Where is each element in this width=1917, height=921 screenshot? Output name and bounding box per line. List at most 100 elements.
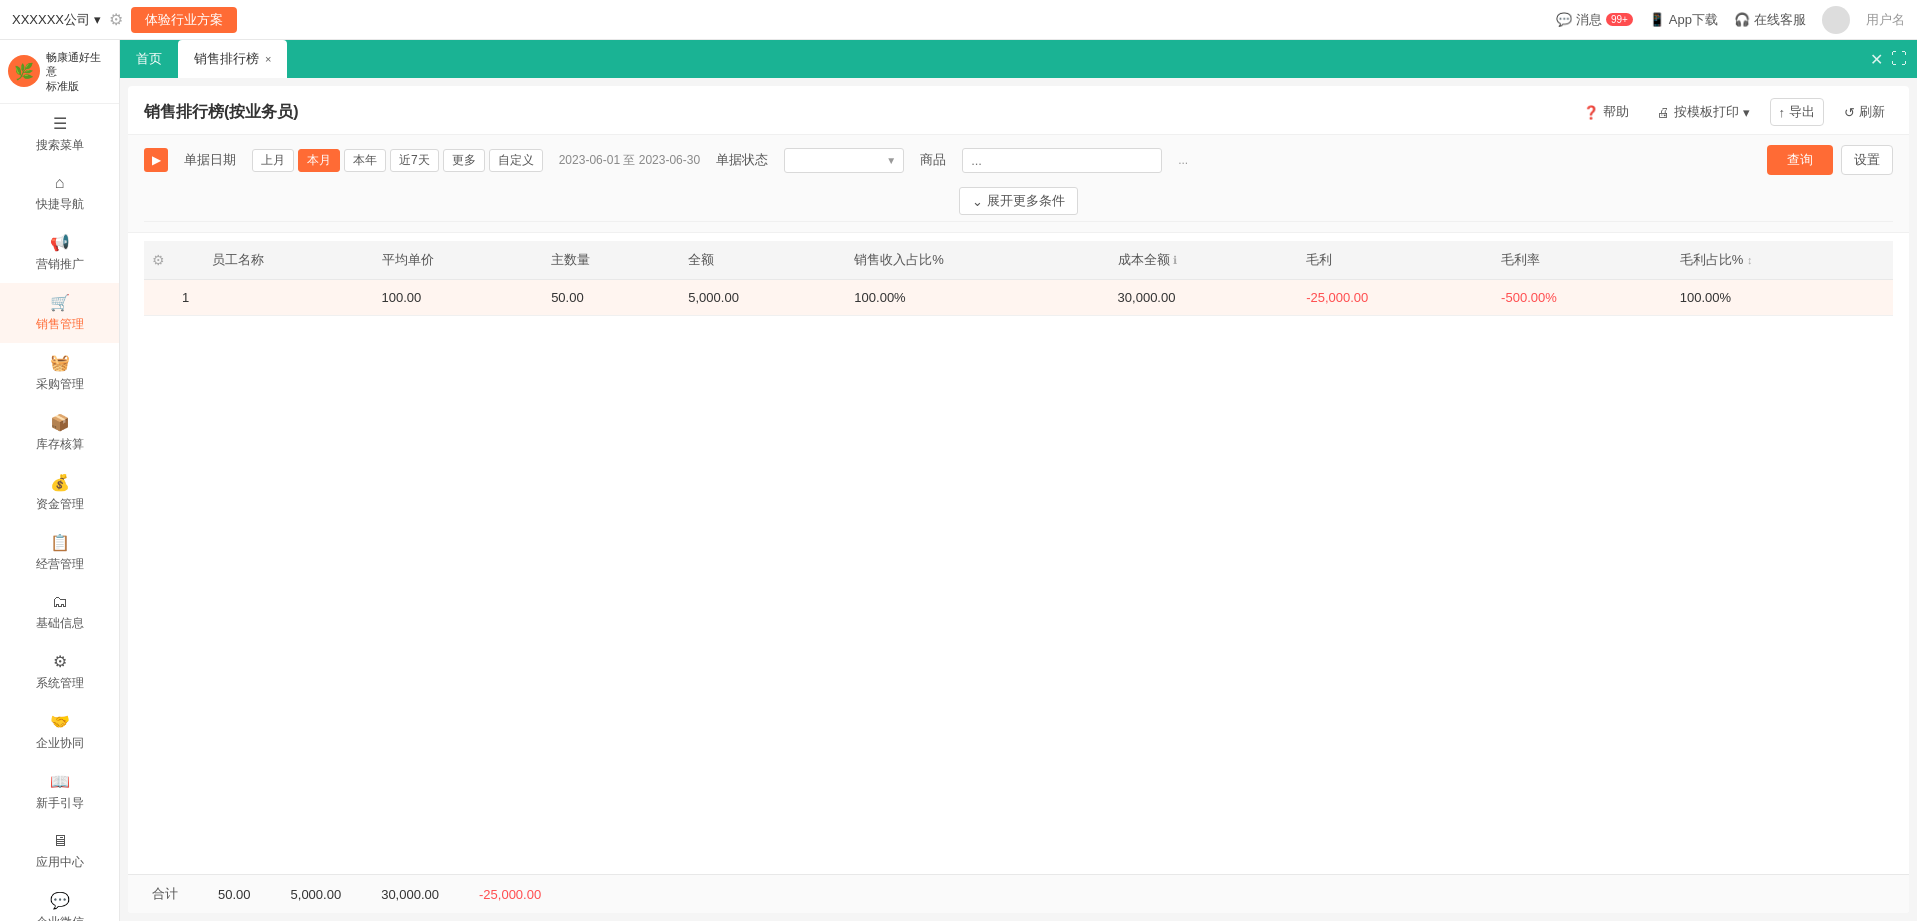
sidebar-item-system[interactable]: ⚙ 系统管理 (0, 642, 119, 702)
inventory-icon: 📦 (50, 413, 70, 432)
date-btn-custom[interactable]: 自定义 (489, 149, 543, 172)
main-layout: 🌿 畅康通好生意 标准版 ☰ 搜索菜单 ⌂ 快捷导航 📢 营销推广 🛒 销售管理… (0, 40, 1917, 921)
message-item[interactable]: 💬 消息 99+ (1556, 11, 1633, 29)
goods-label: 商品 (920, 151, 946, 169)
company-selector[interactable]: XXXXXX公司 ▾ (12, 11, 101, 29)
footer-gross-value: -25,000.00 (479, 887, 541, 902)
sidebar-label-inventory: 库存核算 (36, 436, 84, 453)
refresh-button[interactable]: ↺ 刷新 (1836, 99, 1893, 125)
close-window-icon[interactable]: ✕ (1870, 50, 1883, 69)
sidebar-item-inventory[interactable]: 📦 库存核算 (0, 403, 119, 463)
tab-sales-ranking[interactable]: 销售排行榜 × (178, 40, 287, 78)
gross-pct-info-icon[interactable]: ↕ (1747, 254, 1753, 266)
page-content: 销售排行榜(按业务员) ❓ 帮助 🖨 按模板打印 ▾ ↑ 导出 (128, 86, 1909, 913)
sidebar-item-marketing[interactable]: 📢 营销推广 (0, 223, 119, 283)
purchase-icon: 🧺 (50, 353, 70, 372)
message-label: 消息 (1576, 11, 1602, 29)
expand-more-button[interactable]: ⌄ 展开更多条件 (959, 187, 1078, 215)
footer-qty: 50.00 (218, 887, 251, 902)
tab-bar: 首页 销售排行榜 × ✕ ⛶ (120, 40, 1917, 78)
wechat-icon: 💬 (50, 891, 70, 910)
sidebar-item-apps[interactable]: 🖥 应用中心 (0, 822, 119, 881)
filter-row-1: ▶ 单据日期 上月 本月 本年 近7天 更多 自定义 2023-06-01 至 … (144, 145, 1893, 175)
th-employee-name: 员工名称 (204, 241, 374, 280)
system-icon: ⚙ (53, 652, 67, 671)
tab-home[interactable]: 首页 (120, 40, 178, 78)
th-qty: 主数量 (543, 241, 680, 280)
apps-icon: 🖥 (52, 832, 68, 850)
maximize-icon[interactable]: ⛶ (1891, 50, 1907, 68)
help-icon: ❓ (1583, 105, 1599, 120)
query-button[interactable]: 查询 (1767, 145, 1833, 175)
more-filter-icon[interactable]: ... (1178, 153, 1188, 167)
sidebar-item-operations[interactable]: 📋 经营管理 (0, 523, 119, 583)
export-button[interactable]: ↑ 导出 (1770, 98, 1825, 126)
help-button[interactable]: ❓ 帮助 (1575, 99, 1637, 125)
headset-icon: 🎧 (1734, 12, 1750, 27)
sidebar-item-wechat[interactable]: 💬 企业微信 (0, 881, 119, 921)
gear-icon[interactable]: ⚙ (109, 10, 123, 29)
sidebar-label-basics: 基础信息 (36, 615, 84, 632)
expand-arrow-button[interactable]: ▶ (144, 148, 168, 172)
operations-icon: 📋 (50, 533, 70, 552)
username: 用户名 (1866, 11, 1905, 29)
online-service-label: 在线客服 (1754, 11, 1806, 29)
td-amount: 5,000.00 (680, 280, 846, 316)
status-select[interactable] (784, 148, 904, 173)
page-title: 销售排行榜(按业务员) (144, 102, 299, 123)
column-settings-icon[interactable]: ⚙ (152, 252, 165, 268)
expand-row: ⌄ 展开更多条件 (144, 175, 1893, 222)
home-tab-label: 首页 (136, 50, 162, 68)
print-button[interactable]: 🖨 按模板打印 ▾ (1649, 99, 1758, 125)
th-sales-pct: 销售收入占比% (846, 241, 1109, 280)
sidebar-item-basics[interactable]: 🗂 基础信息 (0, 583, 119, 642)
refresh-label: 刷新 (1859, 103, 1885, 121)
print-icon: 🖨 (1657, 105, 1670, 120)
trial-button[interactable]: 体验行业方案 (131, 7, 237, 33)
sidebar-item-sales[interactable]: 🛒 销售管理 (0, 283, 119, 343)
search-menu-icon: ☰ (53, 114, 67, 133)
avatar[interactable] (1822, 6, 1850, 34)
online-service-item[interactable]: 🎧 在线客服 (1734, 11, 1806, 29)
cost-info-icon[interactable]: ℹ (1173, 254, 1177, 266)
date-btn-7days[interactable]: 近7天 (390, 149, 439, 172)
th-avg-price: 平均单价 (374, 241, 544, 280)
td-gross-rate: -500.00% (1493, 280, 1672, 316)
app-icon: 📱 (1649, 12, 1665, 27)
goods-input[interactable] (962, 148, 1162, 173)
footer-amount: 5,000.00 (291, 887, 342, 902)
sidebar-label-purchase: 采购管理 (36, 376, 84, 393)
sidebar-item-guide[interactable]: 📖 新手引导 (0, 762, 119, 822)
td-sales-pct: 100.00% (846, 280, 1109, 316)
sidebar-label-enterprise: 企业协同 (36, 735, 84, 752)
print-label: 按模板打印 (1674, 103, 1739, 121)
sidebar-item-shortcuts[interactable]: ⌂ 快捷导航 (0, 164, 119, 223)
sidebar-item-purchase[interactable]: 🧺 采购管理 (0, 343, 119, 403)
date-buttons: 上月 本月 本年 近7天 更多 自定义 (252, 149, 543, 172)
date-label: 单据日期 (184, 151, 236, 169)
settings-button[interactable]: 设置 (1841, 145, 1893, 175)
sidebar-item-search[interactable]: ☰ 搜索菜单 (0, 104, 119, 164)
sidebar-label-wechat: 企业微信 (36, 914, 84, 921)
company-name: XXXXXX公司 (12, 11, 90, 29)
logo-icon: 🌿 (8, 55, 40, 87)
date-btn-current-month[interactable]: 本月 (298, 149, 340, 172)
td-qty: 50.00 (543, 280, 680, 316)
th-settings: ⚙ (144, 241, 174, 280)
date-btn-current-year[interactable]: 本年 (344, 149, 386, 172)
date-btn-more[interactable]: 更多 (443, 149, 485, 172)
finance-icon: 💰 (50, 473, 70, 492)
logo-line2: 标准版 (46, 79, 111, 93)
app-download-item[interactable]: 📱 App下载 (1649, 11, 1718, 29)
sidebar-item-finance[interactable]: 💰 资金管理 (0, 463, 119, 523)
th-gross: 毛利 (1298, 241, 1493, 280)
status-label: 单据状态 (716, 151, 768, 169)
logo-text: 畅康通好生意 标准版 (46, 50, 111, 93)
sidebar-item-enterprise[interactable]: 🤝 企业协同 (0, 702, 119, 762)
top-right-area: 💬 消息 99+ 📱 App下载 🎧 在线客服 用户名 (1556, 6, 1905, 34)
export-icon: ↑ (1779, 105, 1786, 120)
guide-icon: 📖 (50, 772, 70, 791)
tab-close-icon[interactable]: × (265, 53, 271, 65)
date-btn-prev-month[interactable]: 上月 (252, 149, 294, 172)
table-row: 1 100.00 50.00 5,000.00 100.00% 30,000.0… (144, 280, 1893, 316)
